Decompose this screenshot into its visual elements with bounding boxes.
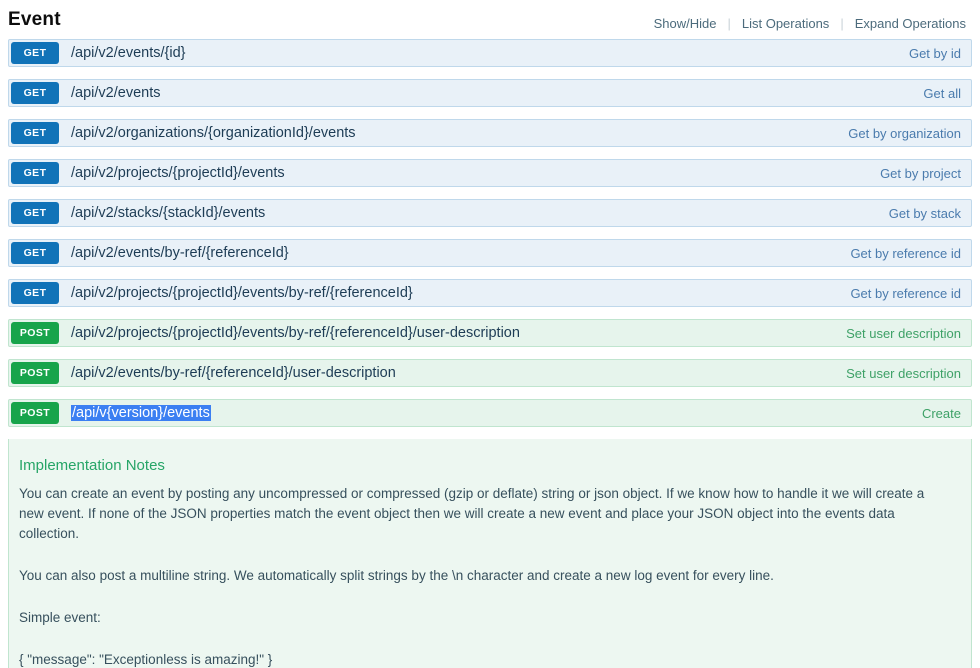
endpoint-path[interactable]: /api/v{version}/events xyxy=(71,405,922,421)
endpoint-path[interactable]: /api/v2/events/{id} xyxy=(71,45,909,61)
resource-title: Event xyxy=(8,9,61,30)
http-method-badge: POST xyxy=(11,362,59,384)
notes-paragraph: Simple event: xyxy=(19,610,101,625)
api-resource-section: Event Show/Hide | List Operations | Expa… xyxy=(0,0,980,668)
notes-example-json: { "message": "Exceptionless is amazing!"… xyxy=(19,652,273,667)
endpoint-path[interactable]: /api/v2/projects/{projectId}/events/by-r… xyxy=(71,325,846,341)
operation-row-get-by-id[interactable]: GET /api/v2/events/{id} Get by id xyxy=(8,39,972,67)
operation-row-get-by-stack[interactable]: GET /api/v2/stacks/{stackId}/events Get … xyxy=(8,199,972,227)
operation-summary-link[interactable]: Set user description xyxy=(846,326,961,341)
endpoint-path[interactable]: /api/v2/projects/{projectId}/events/by-r… xyxy=(71,285,850,301)
operation-summary-link[interactable]: Get by reference id xyxy=(850,286,961,301)
implementation-notes-heading: Implementation Notes xyxy=(19,457,165,474)
http-method-badge: GET xyxy=(11,282,59,304)
operation-row-get-by-reference-id[interactable]: GET /api/v2/events/by-ref/{referenceId} … xyxy=(8,239,972,267)
operation-summary-link[interactable]: Get by organization xyxy=(848,126,961,141)
http-method-badge: GET xyxy=(11,162,59,184)
http-method-badge: POST xyxy=(11,322,59,344)
expand-operations-link[interactable]: Expand Operations xyxy=(855,16,966,31)
endpoint-path[interactable]: /api/v2/events xyxy=(71,85,923,101)
operation-row-get-by-project[interactable]: GET /api/v2/projects/{projectId}/events … xyxy=(8,159,972,187)
operation-summary-link[interactable]: Get by reference id xyxy=(850,246,961,261)
http-method-badge: GET xyxy=(11,202,59,224)
operation-summary-link[interactable]: Create xyxy=(922,406,961,421)
operation-summary-link[interactable]: Get by stack xyxy=(889,206,961,221)
operation-summary-link[interactable]: Get by project xyxy=(880,166,961,181)
resource-header: Event Show/Hide | List Operations | Expa… xyxy=(8,0,972,39)
notes-paragraph: You can also post a multiline string. We… xyxy=(19,568,774,583)
endpoint-path[interactable]: /api/v2/events/by-ref/{referenceId}/user… xyxy=(71,365,846,381)
endpoint-path[interactable]: /api/v2/organizations/{organizationId}/e… xyxy=(71,125,848,141)
endpoint-path[interactable]: /api/v2/projects/{projectId}/events xyxy=(71,165,880,181)
http-method-badge: GET xyxy=(11,122,59,144)
endpoint-path[interactable]: /api/v2/events/by-ref/{referenceId} xyxy=(71,245,850,261)
list-operations-link[interactable]: List Operations xyxy=(742,16,829,31)
operation-summary-link[interactable]: Set user description xyxy=(846,366,961,381)
operation-details-panel: Implementation Notes You can create an e… xyxy=(8,439,972,668)
http-method-badge: POST xyxy=(11,402,59,424)
divider: | xyxy=(727,16,731,31)
operation-row-set-user-description-project[interactable]: POST /api/v2/projects/{projectId}/events… xyxy=(8,319,972,347)
operation-row-get-by-project-reference-id[interactable]: GET /api/v2/projects/{projectId}/events/… xyxy=(8,279,972,307)
endpoint-path[interactable]: /api/v2/stacks/{stackId}/events xyxy=(71,205,889,221)
operation-row-create-event[interactable]: POST /api/v{version}/events Create xyxy=(8,399,972,427)
operation-row-get-by-organization[interactable]: GET /api/v2/organizations/{organizationI… xyxy=(8,119,972,147)
operation-row-get-all[interactable]: GET /api/v2/events Get all xyxy=(8,79,972,107)
http-method-badge: GET xyxy=(11,242,59,264)
selected-text-highlight: /api/v{version}/events xyxy=(71,405,211,421)
operation-summary-link[interactable]: Get by id xyxy=(909,46,961,61)
operation-row-set-user-description[interactable]: POST /api/v2/events/by-ref/{referenceId}… xyxy=(8,359,972,387)
notes-paragraph: You can create an event by posting any u… xyxy=(19,486,925,541)
divider: | xyxy=(840,16,844,31)
resource-controls: Show/Hide | List Operations | Expand Ope… xyxy=(654,16,968,31)
show-hide-link[interactable]: Show/Hide xyxy=(654,16,717,31)
http-method-badge: GET xyxy=(11,82,59,104)
http-method-badge: GET xyxy=(11,42,59,64)
operation-summary-link[interactable]: Get all xyxy=(923,86,961,101)
